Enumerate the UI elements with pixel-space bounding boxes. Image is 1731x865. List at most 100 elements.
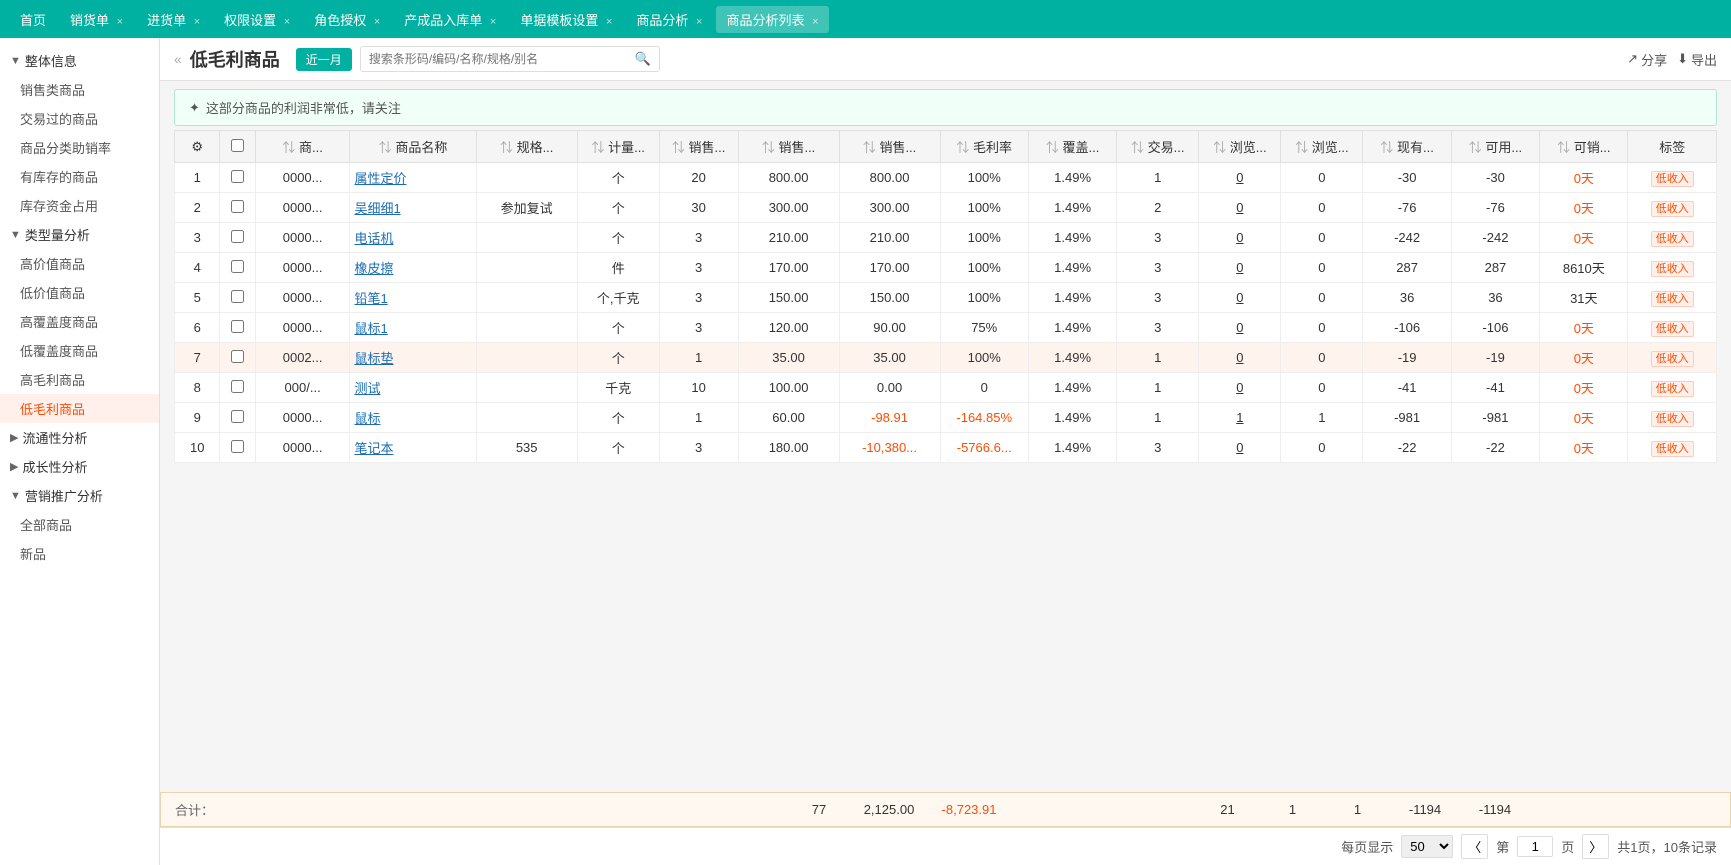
sidebar-item-high-profit[interactable]: 高毛利商品 xyxy=(0,365,159,394)
sidebar-item-category-rate[interactable]: 商品分类助销率 xyxy=(0,133,159,162)
prev-page-button[interactable]: 〈 xyxy=(1461,834,1488,859)
page-size-select[interactable]: 50 100 200 xyxy=(1401,835,1453,858)
sort-icon-name[interactable]: ⇅ xyxy=(379,140,392,155)
sort-icon-profit[interactable]: ⇅ xyxy=(863,140,876,155)
close-role-tab[interactable]: × xyxy=(374,16,380,28)
sort-icon-view2[interactable]: ⇅ xyxy=(1295,140,1308,155)
cell-trade: 3 xyxy=(1117,253,1199,283)
nav-role[interactable]: 角色授权 × xyxy=(304,6,390,33)
nav-sales[interactable]: 销货单 × xyxy=(60,6,133,33)
row-checkbox[interactable] xyxy=(231,320,244,333)
next-page-button[interactable]: 〉 xyxy=(1582,834,1609,859)
cell-view1[interactable]: 1 xyxy=(1199,403,1281,433)
cell-name[interactable]: 测试 xyxy=(350,373,476,403)
nav-purchase[interactable]: 进货单 × xyxy=(137,6,210,33)
sidebar-item-low-value[interactable]: 低价值商品 xyxy=(0,278,159,307)
sidebar-group-type-analysis[interactable]: ▼ 类型量分析 xyxy=(0,220,159,249)
sort-icon-margin[interactable]: ⇅ xyxy=(956,140,969,155)
nav-permission[interactable]: 权限设置 × xyxy=(214,6,300,33)
row-checkbox[interactable] xyxy=(231,290,244,303)
row-checkbox[interactable] xyxy=(231,350,244,363)
cell-name[interactable]: 笔记本 xyxy=(350,433,476,463)
search-input[interactable] xyxy=(369,52,631,66)
close-permission-tab[interactable]: × xyxy=(284,16,290,28)
cell-view1[interactable]: 0 xyxy=(1199,373,1281,403)
cell-view1[interactable]: 0 xyxy=(1199,163,1281,193)
close-template-tab[interactable]: × xyxy=(606,16,612,28)
cell-check xyxy=(220,253,255,283)
close-product-entry-tab[interactable]: × xyxy=(490,16,496,28)
sort-icon-cover[interactable]: ⇅ xyxy=(1046,140,1059,155)
cell-name[interactable]: 铅笔1 xyxy=(350,283,476,313)
sidebar-item-high-coverage[interactable]: 高覆盖度商品 xyxy=(0,307,159,336)
sidebar-group-overall[interactable]: ▼ 整体信息 xyxy=(0,46,159,75)
row-checkbox[interactable] xyxy=(231,200,244,213)
sort-icon-curr[interactable]: ⇅ xyxy=(1380,140,1393,155)
nav-product-analysis[interactable]: 商品分析 × xyxy=(626,6,712,33)
cell-cover: 1.49% xyxy=(1028,403,1116,433)
sort-icon-trade[interactable]: ⇅ xyxy=(1131,140,1144,155)
sidebar-item-traded[interactable]: 交易过的商品 xyxy=(0,104,159,133)
page-title: 低毛利商品 xyxy=(190,46,280,72)
sidebar-group-marketing[interactable]: ▼ 营销推广分析 xyxy=(0,481,159,510)
sidebar-collapse-button[interactable]: « xyxy=(174,51,182,67)
sidebar-item-all-products[interactable]: 全部商品 xyxy=(0,510,159,539)
sidebar-item-stock-fund[interactable]: 库存资金占用 xyxy=(0,191,159,220)
nav-product-analysis-list[interactable]: 商品分析列表 × xyxy=(716,6,828,33)
banner-text: 这部分商品的利润非常低，请关注 xyxy=(206,98,401,117)
sidebar-item-low-coverage[interactable]: 低覆盖度商品 xyxy=(0,336,159,365)
row-checkbox[interactable] xyxy=(231,230,244,243)
sidebar-item-new-products[interactable]: 新品 xyxy=(0,539,159,568)
sort-icon-avail[interactable]: ⇅ xyxy=(1469,140,1482,155)
sort-icon-price[interactable]: ⇅ xyxy=(762,140,775,155)
close-purchase-tab[interactable]: × xyxy=(194,16,200,28)
row-checkbox[interactable] xyxy=(231,170,244,183)
cell-view1[interactable]: 0 xyxy=(1199,283,1281,313)
sort-icon-unit[interactable]: ⇅ xyxy=(591,140,604,155)
nav-template[interactable]: 单据模板设置 × xyxy=(510,6,622,33)
sidebar-item-low-profit[interactable]: 低毛利商品 xyxy=(0,394,159,423)
sidebar-item-high-value[interactable]: 高价值商品 xyxy=(0,249,159,278)
table-wrapper[interactable]: ⚙ ⇅ 商... ⇅ 商品名称 ⇅ 规格... xyxy=(160,130,1731,792)
export-button[interactable]: ⬇ 导出 xyxy=(1677,50,1717,69)
gear-icon[interactable]: ⚙ xyxy=(191,139,203,154)
row-checkbox[interactable] xyxy=(231,380,244,393)
sort-icon-view1[interactable]: ⇅ xyxy=(1213,140,1226,155)
cell-view2: 0 xyxy=(1281,373,1363,403)
close-product-analysis-tab[interactable]: × xyxy=(696,16,702,28)
sort-icon-code[interactable]: ⇅ xyxy=(282,140,295,155)
cell-name[interactable]: 属性定价 xyxy=(350,163,476,193)
table-footer: 合计： 77 2,125.00 -8,723.91 21 1 1 -1194 -… xyxy=(160,792,1731,827)
cell-view1[interactable]: 0 xyxy=(1199,223,1281,253)
row-checkbox[interactable] xyxy=(231,440,244,453)
cell-name[interactable]: 鼠标 xyxy=(350,403,476,433)
sidebar-item-in-stock[interactable]: 有库存的商品 xyxy=(0,162,159,191)
close-sales-tab[interactable]: × xyxy=(117,16,123,28)
nav-home[interactable]: 首页 xyxy=(10,6,56,33)
search-icon[interactable]: 🔍 xyxy=(635,51,651,67)
sort-icon-spec[interactable]: ⇅ xyxy=(500,140,513,155)
period-button[interactable]: 近一月 xyxy=(296,48,352,71)
cell-view1[interactable]: 0 xyxy=(1199,433,1281,463)
sort-icon-qty[interactable]: ⇅ xyxy=(672,140,685,155)
cell-view1[interactable]: 0 xyxy=(1199,253,1281,283)
row-checkbox[interactable] xyxy=(231,260,244,273)
close-product-analysis-list-tab[interactable]: × xyxy=(812,16,818,28)
cell-name[interactable]: 鼠标垫 xyxy=(350,343,476,373)
share-button[interactable]: ↗ 分享 xyxy=(1627,50,1667,69)
cell-view1[interactable]: 0 xyxy=(1199,313,1281,343)
cell-name[interactable]: 橡皮擦 xyxy=(350,253,476,283)
cell-view1[interactable]: 0 xyxy=(1199,193,1281,223)
cell-name[interactable]: 鼠标1 xyxy=(350,313,476,343)
cell-name[interactable]: 吴细细1 xyxy=(350,193,476,223)
row-checkbox[interactable] xyxy=(231,410,244,423)
cell-name[interactable]: 电话机 xyxy=(350,223,476,253)
sidebar-group-growth[interactable]: ▶ 成长性分析 xyxy=(0,452,159,481)
sort-icon-sale[interactable]: ⇅ xyxy=(1557,140,1570,155)
select-all-checkbox[interactable] xyxy=(231,139,244,152)
nav-product-entry[interactable]: 产成品入库单 × xyxy=(394,6,506,33)
page-input[interactable] xyxy=(1517,836,1553,857)
sidebar-group-circulation[interactable]: ▶ 流通性分析 xyxy=(0,423,159,452)
cell-view1[interactable]: 0 xyxy=(1199,343,1281,373)
sidebar-item-sales-products[interactable]: 销售类商品 xyxy=(0,75,159,104)
